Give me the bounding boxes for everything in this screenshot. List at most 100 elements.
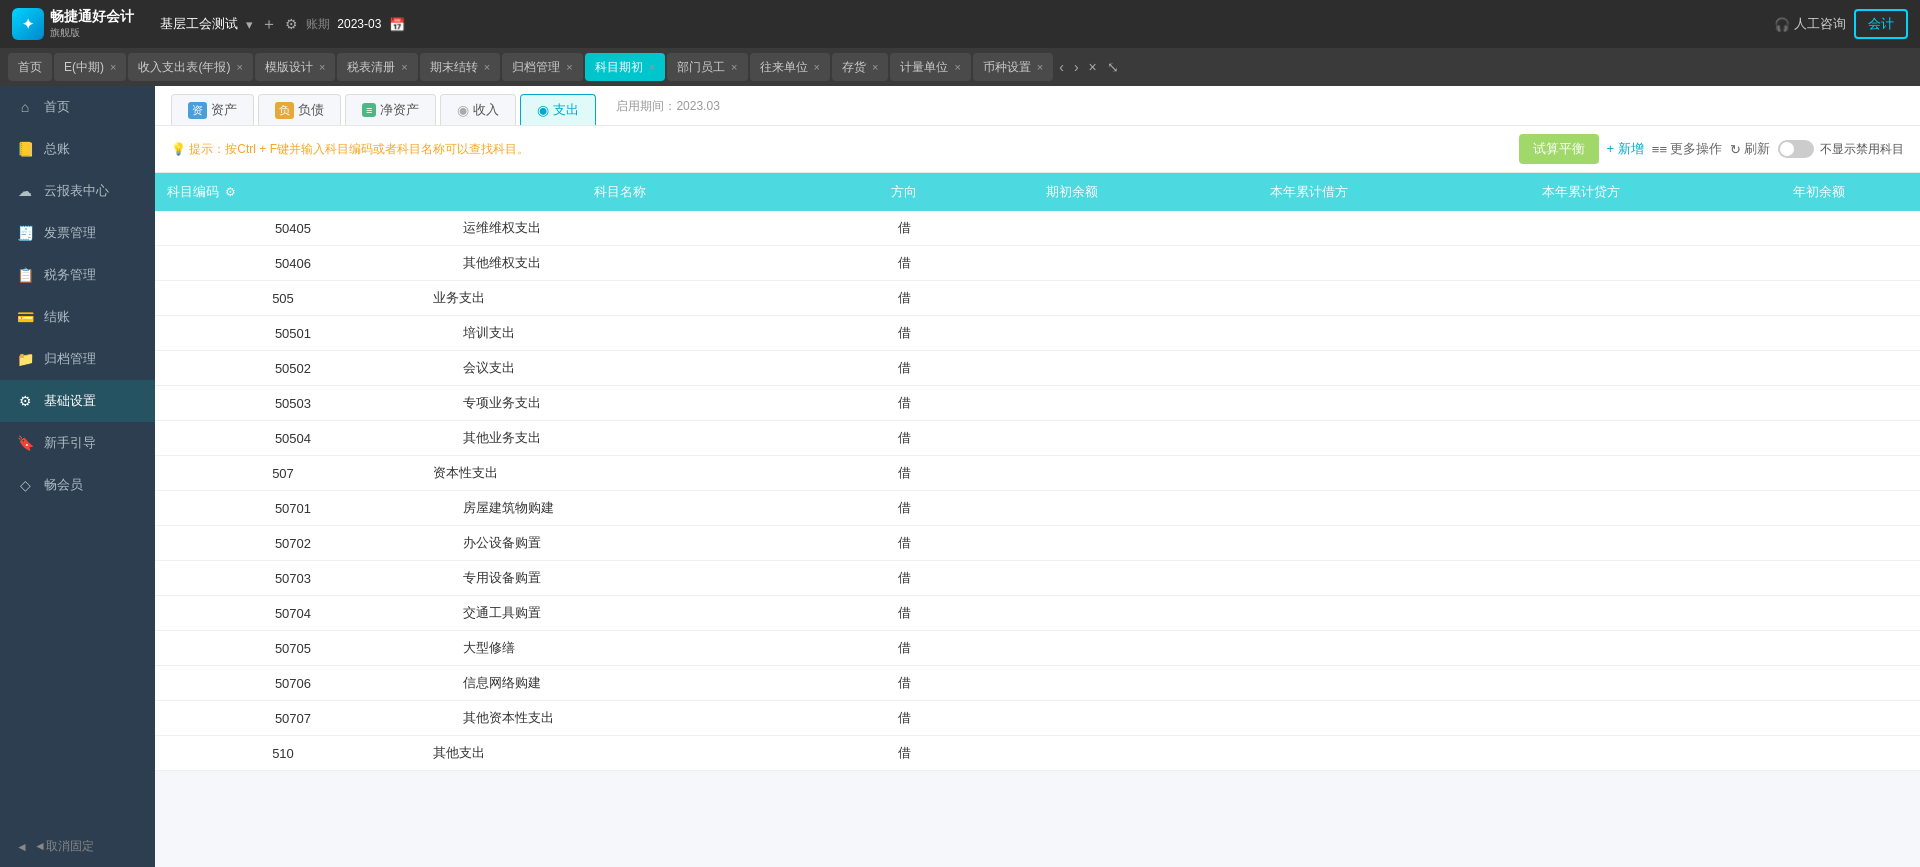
table-container: 科目编码 ⚙ 科目名称 方向 期初余额 本年累计借方 本年累计贷方 年初余额 5… [155,173,1920,867]
cell-ytd-balance [1717,456,1920,491]
cell-direction: 借 [838,246,971,281]
tab-home[interactable]: 首页 [8,53,52,81]
close-icon[interactable]: × [401,61,407,73]
sidebar-item-ledger[interactable]: 📒 总账 [0,128,155,170]
app-name: 畅捷通好会计 [50,8,134,26]
tab-close-all-btn[interactable]: × [1085,57,1101,77]
tab-income[interactable]: 收入支出表(年报) × [128,53,252,81]
tab-mid[interactable]: E(中期) × [54,53,126,81]
close-icon[interactable]: × [110,61,116,73]
sub-tab-liabilities[interactable]: 负 负债 [258,94,341,125]
calc-balance-btn[interactable]: 试算平衡 [1519,134,1599,164]
cell-ytd-credit [1445,736,1717,771]
close-icon[interactable]: × [649,61,655,73]
close-icon[interactable]: × [872,61,878,73]
consult-btn[interactable]: 🎧 人工咨询 [1774,15,1846,33]
sidebar-item-checkout[interactable]: 💳 结账 [0,296,155,338]
add-company-btn[interactable]: ＋ [261,14,277,35]
tab-currency[interactable]: 币种设置 × [973,53,1053,81]
cell-period-balance [971,561,1174,596]
col-header-name: 科目名称 [403,173,838,211]
tab-prev-btn[interactable]: ‹ [1055,57,1068,77]
close-icon[interactable]: × [236,61,242,73]
cell-code: 50703 [155,561,403,596]
sub-tab-income[interactable]: ◉ 收入 [440,94,516,125]
close-icon[interactable]: × [814,61,820,73]
tax-icon: 📋 [16,267,34,283]
close-icon[interactable]: × [319,61,325,73]
refresh-btn[interactable]: ↻ 刷新 [1730,140,1770,158]
toggle-disabled-subjects[interactable] [1778,140,1814,158]
sidebar-item-reports[interactable]: ☁ 云报表中心 [0,170,155,212]
close-icon[interactable]: × [731,61,737,73]
cell-name: 其他维权支出 [403,246,838,281]
cell-ytd-credit [1445,246,1717,281]
cell-name: 其他支出 [403,736,838,771]
close-icon[interactable]: × [1037,61,1043,73]
cell-code: 50705 [155,631,403,666]
cell-period-balance [971,246,1174,281]
tab-maximize-btn[interactable]: ⤡ [1103,57,1123,77]
cell-code: 50704 [155,596,403,631]
cell-direction: 借 [838,701,971,736]
settings-icon[interactable]: ⚙ [285,16,298,32]
sub-tab-net-assets[interactable]: ≡ 净资产 [345,94,436,125]
cell-ytd-debit [1173,491,1445,526]
close-icon[interactable]: × [484,61,490,73]
sidebar-item-home[interactable]: ⌂ 首页 [0,86,155,128]
invoice-icon: 🧾 [16,225,34,241]
gear-icon[interactable]: ⚙ [225,185,236,199]
cell-ytd-balance [1717,421,1920,456]
table-row: 50706 信息网络购建 借 [155,666,1920,701]
sub-tab-assets[interactable]: 资 资产 [171,94,254,125]
tab-unit-measure[interactable]: 计量单位 × [890,53,970,81]
close-icon[interactable]: × [566,61,572,73]
member-icon: ◇ [16,477,34,493]
tab-stock[interactable]: 存货 × [832,53,888,81]
table-row: 50502 会议支出 借 [155,351,1920,386]
tab-template[interactable]: 模版设计 × [255,53,335,81]
add-btn[interactable]: + 新增 [1607,140,1644,158]
cell-ytd-balance [1717,316,1920,351]
table-header-row: 科目编码 ⚙ 科目名称 方向 期初余额 本年累计借方 本年累计贷方 年初余额 [155,173,1920,211]
sidebar-pin-btn[interactable]: ◄ ◄取消固定 [0,826,155,867]
top-header: ✦ 畅捷通好会计 旗舰版 基层工会测试 ▾ ＋ ⚙ 账期 2023-03 📅 🎧… [0,0,1920,48]
cell-code: 50706 [155,666,403,701]
sidebar-item-invoice[interactable]: 🧾 发票管理 [0,212,155,254]
sidebar-item-member[interactable]: ◇ 畅会员 [0,464,155,506]
dropdown-icon[interactable]: ▾ [246,17,253,32]
income-icon: ◉ [457,102,469,118]
guide-icon: 🔖 [16,435,34,451]
liabilities-icon: 负 [275,102,294,119]
header-right: 🎧 人工咨询 会计 [1774,9,1908,39]
sub-tab-expenditure[interactable]: ◉ 支出 [520,94,596,125]
cell-ytd-debit [1173,246,1445,281]
account-btn[interactable]: 会计 [1854,9,1908,39]
cell-direction: 借 [838,421,971,456]
col-header-direction: 方向 [838,173,971,211]
tab-units[interactable]: 往来单位 × [750,53,830,81]
sidebar-item-archive[interactable]: 📁 归档管理 [0,338,155,380]
cell-name: 专用设备购置 [403,561,838,596]
cell-period-balance [971,666,1174,701]
sidebar-item-basic-settings[interactable]: ⚙ 基础设置 [0,380,155,422]
tab-archive[interactable]: 归档管理 × [502,53,582,81]
tab-dept[interactable]: 部门员工 × [667,53,747,81]
sidebar-item-guide[interactable]: 🔖 新手引导 [0,422,155,464]
table-row: 50703 专用设备购置 借 [155,561,1920,596]
cell-name: 培训支出 [403,316,838,351]
calendar-icon[interactable]: 📅 [389,17,405,32]
cell-direction: 借 [838,561,971,596]
more-actions-btn[interactable]: ≡≡ 更多操作 [1652,140,1722,158]
close-icon[interactable]: × [954,61,960,73]
cell-ytd-debit [1173,526,1445,561]
tab-next-btn[interactable]: › [1070,57,1083,77]
cell-direction: 借 [838,666,971,701]
col-header-period-balance: 期初余额 [971,173,1174,211]
tab-subject-init[interactable]: 科目期初 × [585,53,665,81]
cell-ytd-debit [1173,421,1445,456]
sidebar-item-tax[interactable]: 📋 税务管理 [0,254,155,296]
cell-ytd-credit [1445,561,1717,596]
tab-period-end[interactable]: 期末结转 × [420,53,500,81]
tab-tax[interactable]: 税表清册 × [337,53,417,81]
